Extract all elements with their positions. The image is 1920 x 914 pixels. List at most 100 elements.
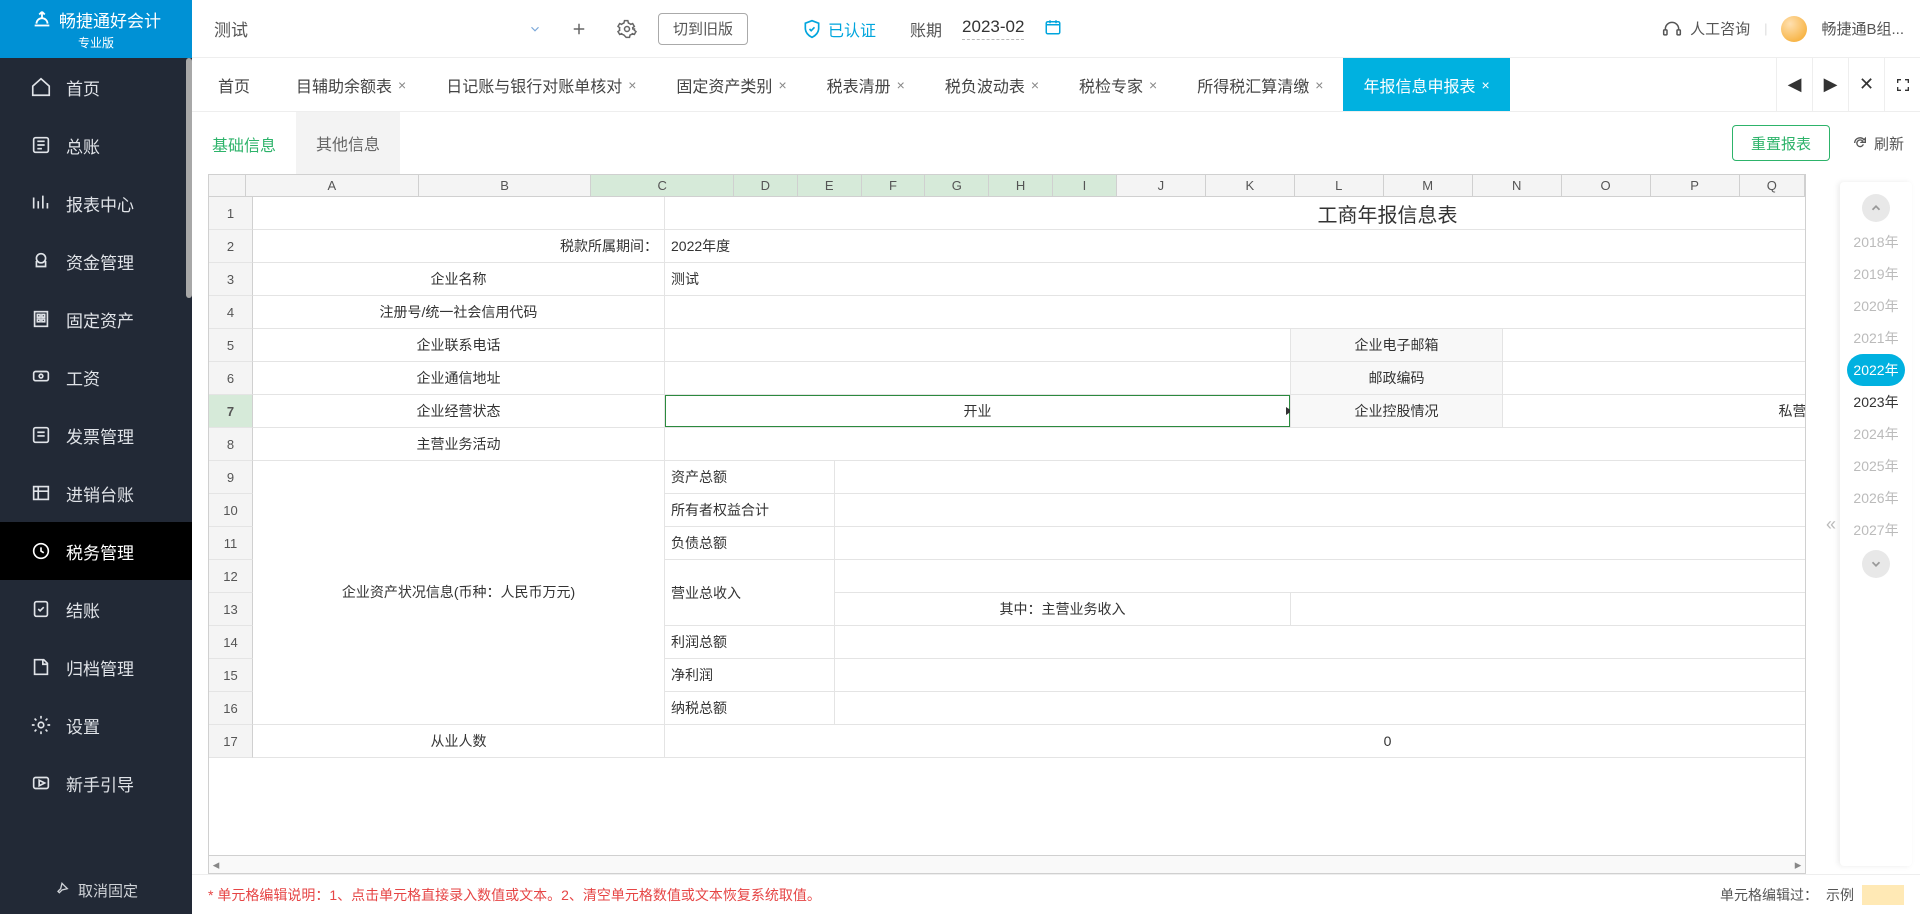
tab-close-icon[interactable]: × [1315, 77, 1323, 93]
avatar[interactable] [1781, 16, 1807, 42]
year-2027年[interactable]: 2027年 [1847, 514, 1905, 546]
col-header-F[interactable]: F [862, 175, 926, 196]
user-name[interactable]: 畅捷通B组... [1821, 18, 1904, 39]
tab-7[interactable]: 年报信息申报表× [1343, 58, 1509, 111]
subtab-basic-info[interactable]: 基础信息 [192, 112, 296, 174]
row-header-10[interactable]: 10 [209, 494, 253, 527]
col-header-J[interactable]: J [1117, 175, 1206, 196]
nav-10[interactable]: 归档管理 [0, 638, 192, 696]
reset-report-button[interactable]: 重置报表 [1732, 125, 1830, 161]
row-header-6[interactable]: 6 [209, 362, 253, 395]
year-2024年[interactable]: 2024年 [1847, 418, 1905, 450]
subtab-other-info[interactable]: 其他信息 [296, 112, 400, 174]
calendar-icon[interactable] [1044, 18, 1062, 39]
year-2021年[interactable]: 2021年 [1847, 322, 1905, 354]
tab-5[interactable]: 税检专家× [1059, 58, 1177, 111]
unpin-sidebar[interactable]: 取消固定 [0, 866, 192, 914]
col-header-O[interactable]: O [1562, 175, 1651, 196]
col-header-E[interactable]: E [798, 175, 862, 196]
row-header-8[interactable]: 8 [209, 428, 253, 461]
tab-close-icon[interactable]: × [1149, 77, 1157, 93]
col-header-M[interactable]: M [1384, 175, 1473, 196]
row-header-9[interactable]: 9 [209, 461, 253, 494]
nav-2[interactable]: 报表中心 [0, 174, 192, 232]
nav-0[interactable]: 首页 [0, 58, 192, 116]
select-all-corner[interactable] [209, 175, 246, 196]
refresh-button[interactable]: 刷新 [1852, 133, 1904, 154]
tab-3[interactable]: 税表清册× [807, 58, 925, 111]
year-2026年[interactable]: 2026年 [1847, 482, 1905, 514]
row-header-13[interactable]: 13 [209, 593, 253, 626]
nav-3[interactable]: 资金管理 [0, 232, 192, 290]
tab-2[interactable]: 固定资产类别× [656, 58, 806, 111]
row-header-14[interactable]: 14 [209, 626, 253, 659]
switch-old-version[interactable]: 切到旧版 [658, 13, 748, 45]
period-value[interactable]: 2023-02 [962, 17, 1024, 40]
nav-8[interactable]: 税务管理 [0, 522, 192, 580]
year-next[interactable] [1862, 550, 1890, 578]
year-prev[interactable] [1862, 194, 1890, 222]
spreadsheet[interactable]: ABCDEFGHIJKLMNOPQ 1工商年报信息表2税款所属期间：2022年度… [208, 174, 1806, 874]
tab-0[interactable]: 目辅助余额表× [276, 58, 426, 111]
chevron-down-icon [528, 22, 542, 36]
col-header-C[interactable]: C [591, 175, 734, 196]
tab-home[interactable]: 首页 [192, 58, 276, 111]
nav-12[interactable]: 新手引导 [0, 754, 192, 812]
settings-button[interactable] [610, 12, 644, 46]
row-header-15[interactable]: 15 [209, 659, 253, 692]
tab-4[interactable]: 税负波动表× [925, 58, 1059, 111]
col-header-I[interactable]: I [1053, 175, 1117, 196]
tabs-next[interactable]: ▶ [1812, 58, 1848, 111]
year-2020年[interactable]: 2020年 [1847, 290, 1905, 322]
col-header-A[interactable]: A [246, 175, 419, 196]
col-header-B[interactable]: B [419, 175, 592, 196]
tab-close-icon[interactable]: × [628, 77, 636, 93]
tab-1[interactable]: 日记账与银行对账单核对× [426, 58, 656, 111]
year-panel-collapse[interactable]: « [1822, 174, 1840, 874]
nav-5[interactable]: 工资 [0, 348, 192, 406]
row-header-3[interactable]: 3 [209, 263, 253, 296]
col-header-P[interactable]: P [1651, 175, 1740, 196]
tab-close-icon[interactable]: × [398, 77, 406, 93]
nav-11[interactable]: 设置 [0, 696, 192, 754]
row-header-17[interactable]: 17 [209, 725, 253, 758]
col-header-K[interactable]: K [1206, 175, 1295, 196]
nav-4[interactable]: 固定资产 [0, 290, 192, 348]
row-header-11[interactable]: 11 [209, 527, 253, 560]
row-header-12[interactable]: 12 [209, 560, 253, 593]
nav-9[interactable]: 结账 [0, 580, 192, 638]
nav-1[interactable]: 总账 [0, 116, 192, 174]
tab-6[interactable]: 所得税汇算清缴× [1177, 58, 1343, 111]
col-header-G[interactable]: G [925, 175, 989, 196]
col-header-Q[interactable]: Q [1740, 175, 1806, 196]
row-header-16[interactable]: 16 [209, 692, 253, 725]
row-header-2[interactable]: 2 [209, 230, 253, 263]
tab-close-icon[interactable]: × [897, 77, 905, 93]
add-button[interactable] [562, 12, 596, 46]
year-2022年[interactable]: 2022年 [1847, 354, 1905, 386]
nav-6[interactable]: 发票管理 [0, 406, 192, 464]
tab-close-icon[interactable]: × [1481, 77, 1489, 93]
row-header-5[interactable]: 5 [209, 329, 253, 362]
year-2018年[interactable]: 2018年 [1847, 226, 1905, 258]
year-2023年[interactable]: 2023年 [1847, 386, 1905, 418]
tabs-close[interactable]: ✕ [1848, 58, 1884, 111]
nav-7[interactable]: 进销台账 [0, 464, 192, 522]
col-header-L[interactable]: L [1295, 175, 1384, 196]
tabs-fullscreen[interactable] [1884, 58, 1920, 111]
tab-close-icon[interactable]: × [1031, 77, 1039, 93]
company-selector[interactable]: 测试 [208, 12, 548, 46]
col-header-N[interactable]: N [1473, 175, 1562, 196]
consult-button[interactable]: 人工咨询 [1662, 18, 1750, 39]
year-2025年[interactable]: 2025年 [1847, 450, 1905, 482]
col-header-H[interactable]: H [989, 175, 1053, 196]
year-2019年[interactable]: 2019年 [1847, 258, 1905, 290]
edited-example-label: 示例 [1826, 885, 1854, 905]
row-header-7[interactable]: 7 [209, 395, 253, 428]
row-header-4[interactable]: 4 [209, 296, 253, 329]
row-header-1[interactable]: 1 [209, 197, 253, 230]
tabs-prev[interactable]: ◀ [1776, 58, 1812, 111]
col-header-D[interactable]: D [734, 175, 798, 196]
horizontal-scrollbar[interactable]: ◂▸ [209, 855, 1805, 873]
tab-close-icon[interactable]: × [778, 77, 786, 93]
